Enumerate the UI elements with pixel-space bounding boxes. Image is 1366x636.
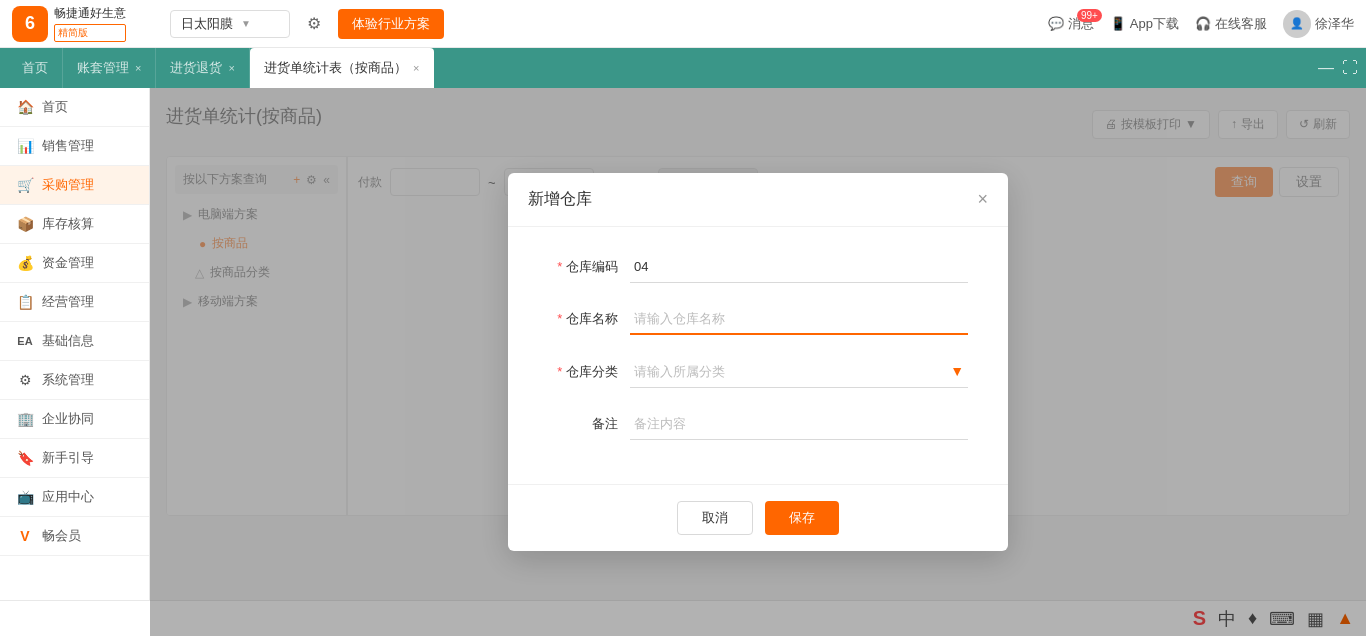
user-item[interactable]: 👤 徐泽华 — [1283, 10, 1354, 38]
system-icon: ⚙ — [16, 371, 34, 389]
modal-body: 仓库编码 仓库名称 仓库分类 请输入所属分类 — [508, 227, 1008, 484]
tab-maximize-icon[interactable]: ⛶ — [1342, 59, 1358, 77]
tab-home[interactable]: 首页 — [8, 48, 63, 88]
sidebar-finance-label: 资金管理 — [42, 254, 94, 272]
name-label: 仓库名称 — [548, 310, 618, 328]
sidebar-item-system[interactable]: ⚙ 系统管理 — [0, 361, 149, 400]
tab-purchase-return[interactable]: 进货退货 × — [156, 48, 249, 88]
finance-icon: 💰 — [16, 254, 34, 272]
sidebar-operations-label: 经营管理 — [42, 293, 94, 311]
sidebar-system-label: 系统管理 — [42, 371, 94, 389]
app-download-label: App下载 — [1130, 15, 1179, 33]
content-area: 进货单统计(按商品) 🖨 按模板打印 ▼ ↑ 导出 ↺ 刷新 — [150, 88, 1366, 636]
operations-icon: 📋 — [16, 293, 34, 311]
headset-icon: 🎧 — [1195, 16, 1211, 31]
notification-icon: 💬 — [1048, 16, 1064, 31]
sidebar-sales-label: 销售管理 — [42, 137, 94, 155]
vip-icon: V — [16, 527, 34, 545]
sidebar-guide-label: 新手引导 — [42, 449, 94, 467]
home-icon: 🏠 — [16, 98, 34, 116]
code-input[interactable] — [630, 251, 968, 283]
form-row-note: 备注 — [548, 408, 968, 440]
app-badge: 精简版 — [54, 24, 126, 42]
sidebar-home-label: 首页 — [42, 98, 68, 116]
app-center-icon: 📺 — [16, 488, 34, 506]
tab-purchase-stats[interactable]: 进货单统计表（按商品） × — [250, 48, 434, 88]
tab-accounts-label: 账套管理 — [77, 59, 129, 77]
basic-info-icon: EA — [16, 332, 34, 350]
online-service-item[interactable]: 🎧 在线客服 — [1195, 15, 1267, 33]
enterprise-icon: 🏢 — [16, 410, 34, 428]
sidebar-vip-label: 畅会员 — [42, 527, 81, 545]
tab-accounts-close[interactable]: × — [135, 62, 141, 74]
brand-name: 畅捷通好生意 — [54, 5, 126, 22]
sidebar-item-operations[interactable]: 📋 经营管理 — [0, 283, 149, 322]
category-select[interactable]: 请输入所属分类 — [630, 355, 968, 387]
form-row-name: 仓库名称 — [548, 303, 968, 335]
category-select-wrapper: 请输入所属分类 ▼ — [630, 355, 968, 388]
tab-purchase-return-label: 进货退货 — [170, 59, 222, 77]
note-label: 备注 — [548, 415, 618, 433]
main-layout: 🏠 首页 📊 销售管理 🛒 采购管理 📦 库存核算 💰 资金管理 📋 经营管理 … — [0, 88, 1366, 636]
form-row-code: 仓库编码 — [548, 251, 968, 283]
sidebar-purchase-label: 采购管理 — [42, 176, 94, 194]
top-header: 6 畅捷通好生意 精简版 日太阳膜 ▼ ⚙ 体验行业方案 💬 消息 99+ 📱 … — [0, 0, 1366, 48]
store-dropdown-arrow: ▼ — [241, 18, 251, 29]
modal-overlay: 新增仓库 × 仓库编码 仓库名称 仓库分类 — [150, 88, 1366, 636]
inventory-icon: 📦 — [16, 215, 34, 233]
sidebar-enterprise-label: 企业协同 — [42, 410, 94, 428]
tab-bar: 首页 账套管理 × 进货退货 × 进货单统计表（按商品） × — ⛶ — [0, 48, 1366, 88]
try-industry-button[interactable]: 体验行业方案 — [338, 9, 444, 39]
app-download-item[interactable]: 📱 App下载 — [1110, 15, 1179, 33]
sidebar-item-home[interactable]: 🏠 首页 — [0, 88, 149, 127]
tab-purchase-stats-label: 进货单统计表（按商品） — [264, 59, 407, 77]
guide-icon: 🔖 — [16, 449, 34, 467]
store-name: 日太阳膜 — [181, 15, 233, 33]
modal-close-button[interactable]: × — [977, 189, 988, 210]
user-name: 徐泽华 — [1315, 15, 1354, 33]
sidebar: 🏠 首页 📊 销售管理 🛒 采购管理 📦 库存核算 💰 资金管理 📋 经营管理 … — [0, 88, 150, 636]
online-service-label: 在线客服 — [1215, 15, 1267, 33]
sidebar-item-finance[interactable]: 💰 资金管理 — [0, 244, 149, 283]
sidebar-inventory-label: 库存核算 — [42, 215, 94, 233]
store-selector[interactable]: 日太阳膜 ▼ — [170, 10, 290, 38]
tab-minimize-icon[interactable]: — — [1318, 59, 1334, 77]
new-warehouse-modal: 新增仓库 × 仓库编码 仓库名称 仓库分类 — [508, 173, 1008, 551]
purchase-icon: 🛒 — [16, 176, 34, 194]
note-input[interactable] — [630, 408, 968, 440]
logo-area: 6 畅捷通好生意 精简版 — [12, 5, 162, 42]
tab-purchase-stats-close[interactable]: × — [413, 62, 419, 74]
sidebar-item-sales[interactable]: 📊 销售管理 — [0, 127, 149, 166]
notification-badge: 99+ — [1077, 9, 1102, 22]
modal-title: 新增仓库 — [528, 189, 592, 210]
tab-purchase-return-close[interactable]: × — [228, 62, 234, 74]
sidebar-app-center-label: 应用中心 — [42, 488, 94, 506]
sales-icon: 📊 — [16, 137, 34, 155]
sidebar-item-vip[interactable]: V 畅会员 — [0, 517, 149, 556]
header-right: 💬 消息 99+ 📱 App下载 🎧 在线客服 👤 徐泽华 — [1048, 10, 1354, 38]
modal-footer: 取消 保存 — [508, 484, 1008, 551]
user-avatar: 👤 — [1283, 10, 1311, 38]
sidebar-item-inventory[interactable]: 📦 库存核算 — [0, 205, 149, 244]
name-input[interactable] — [630, 303, 968, 335]
code-label: 仓库编码 — [548, 258, 618, 276]
save-button[interactable]: 保存 — [765, 501, 839, 535]
sidebar-item-guide[interactable]: 🔖 新手引导 — [0, 439, 149, 478]
tab-home-label: 首页 — [22, 59, 48, 77]
modal-header: 新增仓库 × — [508, 173, 1008, 227]
app-download-icon: 📱 — [1110, 16, 1126, 31]
cancel-button[interactable]: 取消 — [677, 501, 753, 535]
category-label: 仓库分类 — [548, 363, 618, 381]
sidebar-item-purchase[interactable]: 🛒 采购管理 — [0, 166, 149, 205]
form-row-category: 仓库分类 请输入所属分类 ▼ — [548, 355, 968, 388]
tab-bar-actions: — ⛶ — [1318, 59, 1358, 77]
sidebar-item-enterprise[interactable]: 🏢 企业协同 — [0, 400, 149, 439]
settings-icon[interactable]: ⚙ — [298, 8, 330, 40]
notification-item[interactable]: 💬 消息 99+ — [1048, 15, 1094, 33]
app-logo-icon: 6 — [12, 6, 48, 42]
sidebar-item-app-center[interactable]: 📺 应用中心 — [0, 478, 149, 517]
sidebar-basic-info-label: 基础信息 — [42, 332, 94, 350]
sidebar-item-basic-info[interactable]: EA 基础信息 — [0, 322, 149, 361]
tab-accounts[interactable]: 账套管理 × — [63, 48, 156, 88]
